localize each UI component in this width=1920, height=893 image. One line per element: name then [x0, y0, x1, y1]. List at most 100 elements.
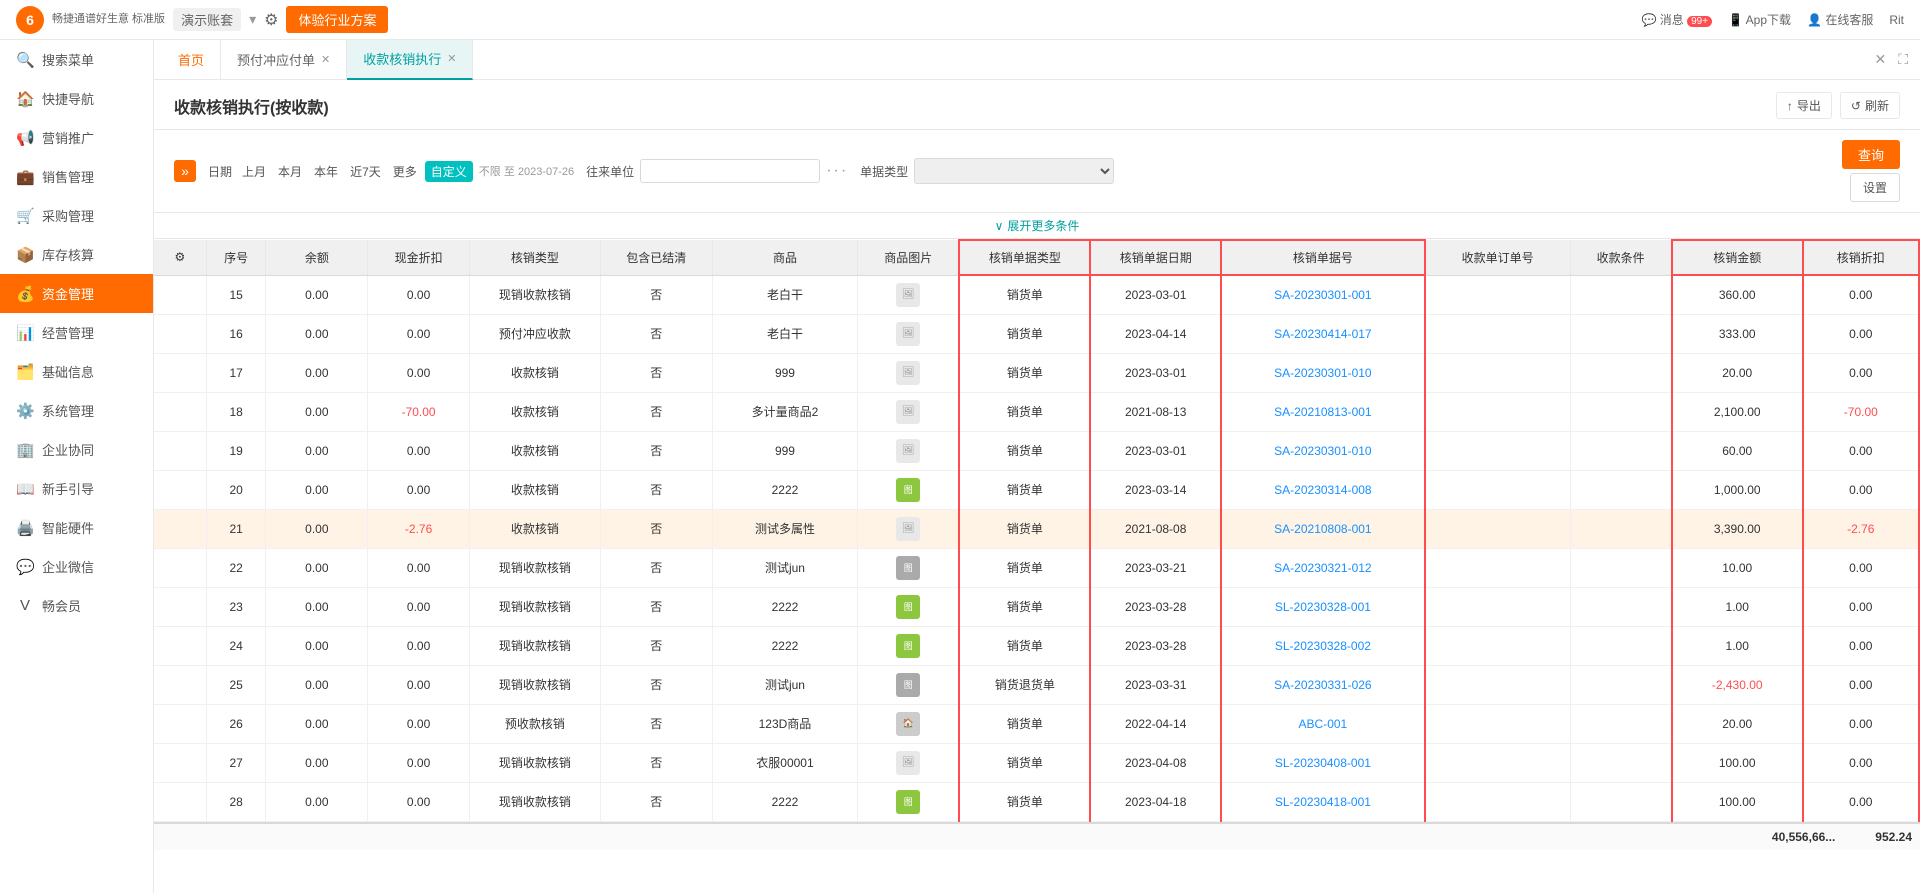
cell-goods-img: 🖼: [858, 275, 960, 314]
date-opt-more[interactable]: 更多: [389, 161, 421, 182]
expand-more-btn[interactable]: ∨ 展开更多条件: [995, 217, 1080, 234]
cell-goods-img: 图: [858, 470, 960, 509]
cell-rec-cond: [1570, 275, 1672, 314]
cell-rec-order-no: [1425, 548, 1570, 587]
sidebar-item-guide[interactable]: 📖新手引导: [0, 469, 153, 508]
bill-no-link[interactable]: SL-20230408-001: [1275, 756, 1371, 770]
cell-included: 否: [600, 470, 712, 509]
date-opt-7days[interactable]: 近7天: [346, 161, 385, 182]
company-dropdown-icon[interactable]: ▾: [249, 11, 256, 28]
cell-balance: 0.00: [266, 548, 368, 587]
system-icon: ⚙️: [16, 402, 34, 420]
sidebar-item-basic[interactable]: 🗂️基础信息: [0, 352, 153, 391]
maximize-tab-btn[interactable]: ⛶: [1894, 47, 1912, 72]
export-btn[interactable]: ↑ 导出: [1776, 92, 1832, 119]
marketing-icon: 📢: [16, 129, 34, 147]
cell-balance: 0.00: [266, 314, 368, 353]
bill-no-link[interactable]: SA-20230314-008: [1274, 483, 1371, 497]
date-opt-this-year[interactable]: 本年: [310, 161, 342, 182]
cell-rec-cond: [1570, 665, 1672, 704]
cell-bill-no: SL-20230328-001: [1221, 587, 1425, 626]
sidebar-item-wechat[interactable]: 💬企业微信: [0, 547, 153, 586]
cell-bill-no: SA-20230301-001: [1221, 275, 1425, 314]
sidebar-item-label-purchase: 采购管理: [42, 206, 94, 225]
date-opt-this-month[interactable]: 本月: [274, 161, 306, 182]
cell-cash-discount: 0.00: [368, 587, 470, 626]
cell-amount: 1.00: [1672, 587, 1803, 626]
cell-balance: 0.00: [266, 470, 368, 509]
messages-btn[interactable]: 💬 消息 99+: [1641, 11, 1712, 28]
bill-no-link[interactable]: SA-20230414-017: [1274, 327, 1371, 341]
sidebar-item-purchase[interactable]: 🛒采购管理: [0, 196, 153, 235]
bill-no-link[interactable]: ABC-001: [1299, 717, 1348, 731]
query-btn[interactable]: 查询: [1842, 140, 1900, 169]
th-settings[interactable]: ⚙: [154, 240, 206, 275]
counterpart-input[interactable]: [640, 159, 820, 183]
messages-badge: 99+: [1687, 16, 1712, 27]
sidebar-item-inventory[interactable]: 📦库存核算: [0, 235, 153, 274]
sidebar-item-corp[interactable]: 🏢企业协同: [0, 430, 153, 469]
search-icon: 🔍: [16, 51, 34, 69]
table-row: 26 0.00 0.00 预收款核销 否 123D商品 🏠 销货单 2022-0…: [154, 704, 1919, 743]
cell-rec-order-no: [1425, 314, 1570, 353]
cell-ver-type: 预付冲应收款: [469, 314, 600, 353]
cell-bill-no: SL-20230328-002: [1221, 626, 1425, 665]
table-row: 17 0.00 0.00 收款核销 否 999 🖼 销货单 2023-03-01…: [154, 353, 1919, 392]
table-row: 22 0.00 0.00 现销收款核销 否 测试jun 图 销货单 2023-0…: [154, 548, 1919, 587]
tab-receivable[interactable]: 收款核销执行✕: [347, 40, 473, 80]
cell-ver-type: 现销收款核销: [469, 782, 600, 821]
sidebar-item-finance[interactable]: 💰资金管理: [0, 274, 153, 313]
bill-no-link[interactable]: SL-20230418-001: [1275, 795, 1371, 809]
bill-no-link[interactable]: SA-20230321-012: [1274, 561, 1371, 575]
sidebar-item-ops[interactable]: 📊经营管理: [0, 313, 153, 352]
cell-settings: [154, 470, 206, 509]
bill-no-link[interactable]: SL-20230328-002: [1275, 639, 1371, 653]
sidebar-item-quick[interactable]: 🏠快捷导航: [0, 79, 153, 118]
trial-industry-btn[interactable]: 体验行业方案: [286, 6, 388, 33]
sidebar-item-vip[interactable]: V畅会员: [0, 586, 153, 625]
cell-rec-order-no: [1425, 782, 1570, 821]
refresh-icon: ↺: [1851, 99, 1861, 113]
bill-type-select[interactable]: [914, 158, 1114, 184]
bill-no-link[interactable]: SA-20230301-010: [1274, 444, 1371, 458]
cell-cash-discount: -70.00: [368, 392, 470, 431]
sidebar-item-label-guide: 新手引导: [42, 479, 94, 498]
sidebar-item-label-finance: 资金管理: [42, 284, 94, 303]
cell-rec-cond: [1570, 509, 1672, 548]
tab-home[interactable]: 首页: [162, 40, 221, 80]
sidebar-item-sales[interactable]: 💼销售管理: [0, 157, 153, 196]
cell-amount: 60.00: [1672, 431, 1803, 470]
sidebar-item-marketing[interactable]: 📢营销推广: [0, 118, 153, 157]
cell-goods: 衣服00001: [712, 743, 857, 782]
filter-toggle-btn[interactable]: »: [174, 160, 196, 182]
tab-close-prepay[interactable]: ✕: [321, 53, 330, 66]
cell-settings: [154, 548, 206, 587]
bill-no-link[interactable]: SL-20230328-001: [1275, 600, 1371, 614]
cell-settings: [154, 743, 206, 782]
refresh-btn[interactable]: ↺ 刷新: [1840, 92, 1900, 119]
bill-no-link[interactable]: SA-20230301-010: [1274, 366, 1371, 380]
date-opt-custom[interactable]: 自定义: [425, 161, 473, 182]
sidebar-item-system[interactable]: ⚙️系统管理: [0, 391, 153, 430]
cell-seq: 15: [206, 275, 266, 314]
cell-settings: [154, 704, 206, 743]
bill-no-link[interactable]: SA-20230331-026: [1274, 678, 1371, 692]
cell-goods: 2222: [712, 782, 857, 821]
bill-no-link[interactable]: SA-20210808-001: [1274, 522, 1371, 536]
settings-gear-btn[interactable]: ⚙: [264, 10, 278, 30]
tab-prepay[interactable]: 预付冲应付单✕: [221, 40, 347, 80]
refresh-label: 刷新: [1865, 97, 1889, 114]
cell-bill-date: 2023-04-14: [1090, 314, 1221, 353]
app-download-btn[interactable]: 📱 App下载: [1728, 11, 1791, 28]
bill-no-link[interactable]: SA-20230301-001: [1274, 288, 1371, 302]
close-tab-btn[interactable]: ✕: [1870, 47, 1890, 72]
online-support-btn[interactable]: 👤 在线客服: [1807, 11, 1873, 28]
sidebar-item-search[interactable]: 🔍搜索菜单: [0, 40, 153, 79]
date-opt-last-month[interactable]: 上月: [238, 161, 270, 182]
date-options: 上月 本月 本年 近7天 更多 自定义: [238, 161, 473, 182]
cell-seq: 20: [206, 470, 266, 509]
bill-no-link[interactable]: SA-20210813-001: [1274, 405, 1371, 419]
sidebar-item-hardware[interactable]: 🖨️智能硬件: [0, 508, 153, 547]
tab-close-receivable[interactable]: ✕: [447, 52, 456, 65]
filter-settings-btn[interactable]: 设置: [1850, 173, 1900, 202]
